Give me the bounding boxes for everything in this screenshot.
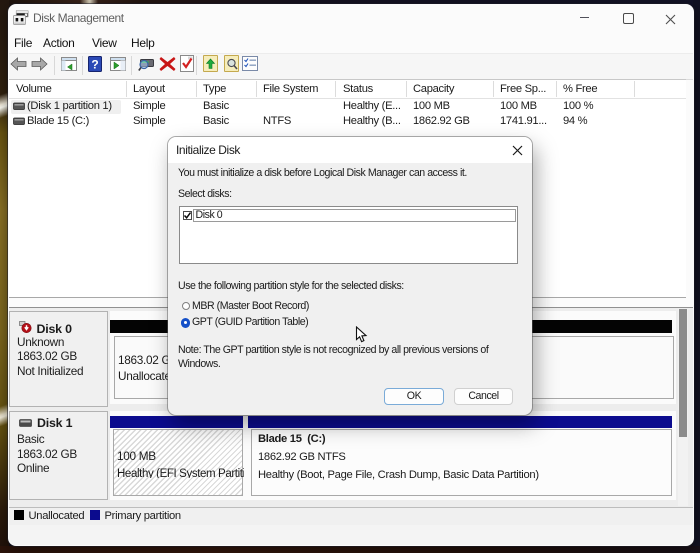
svg-text:?: ? [91, 58, 98, 72]
